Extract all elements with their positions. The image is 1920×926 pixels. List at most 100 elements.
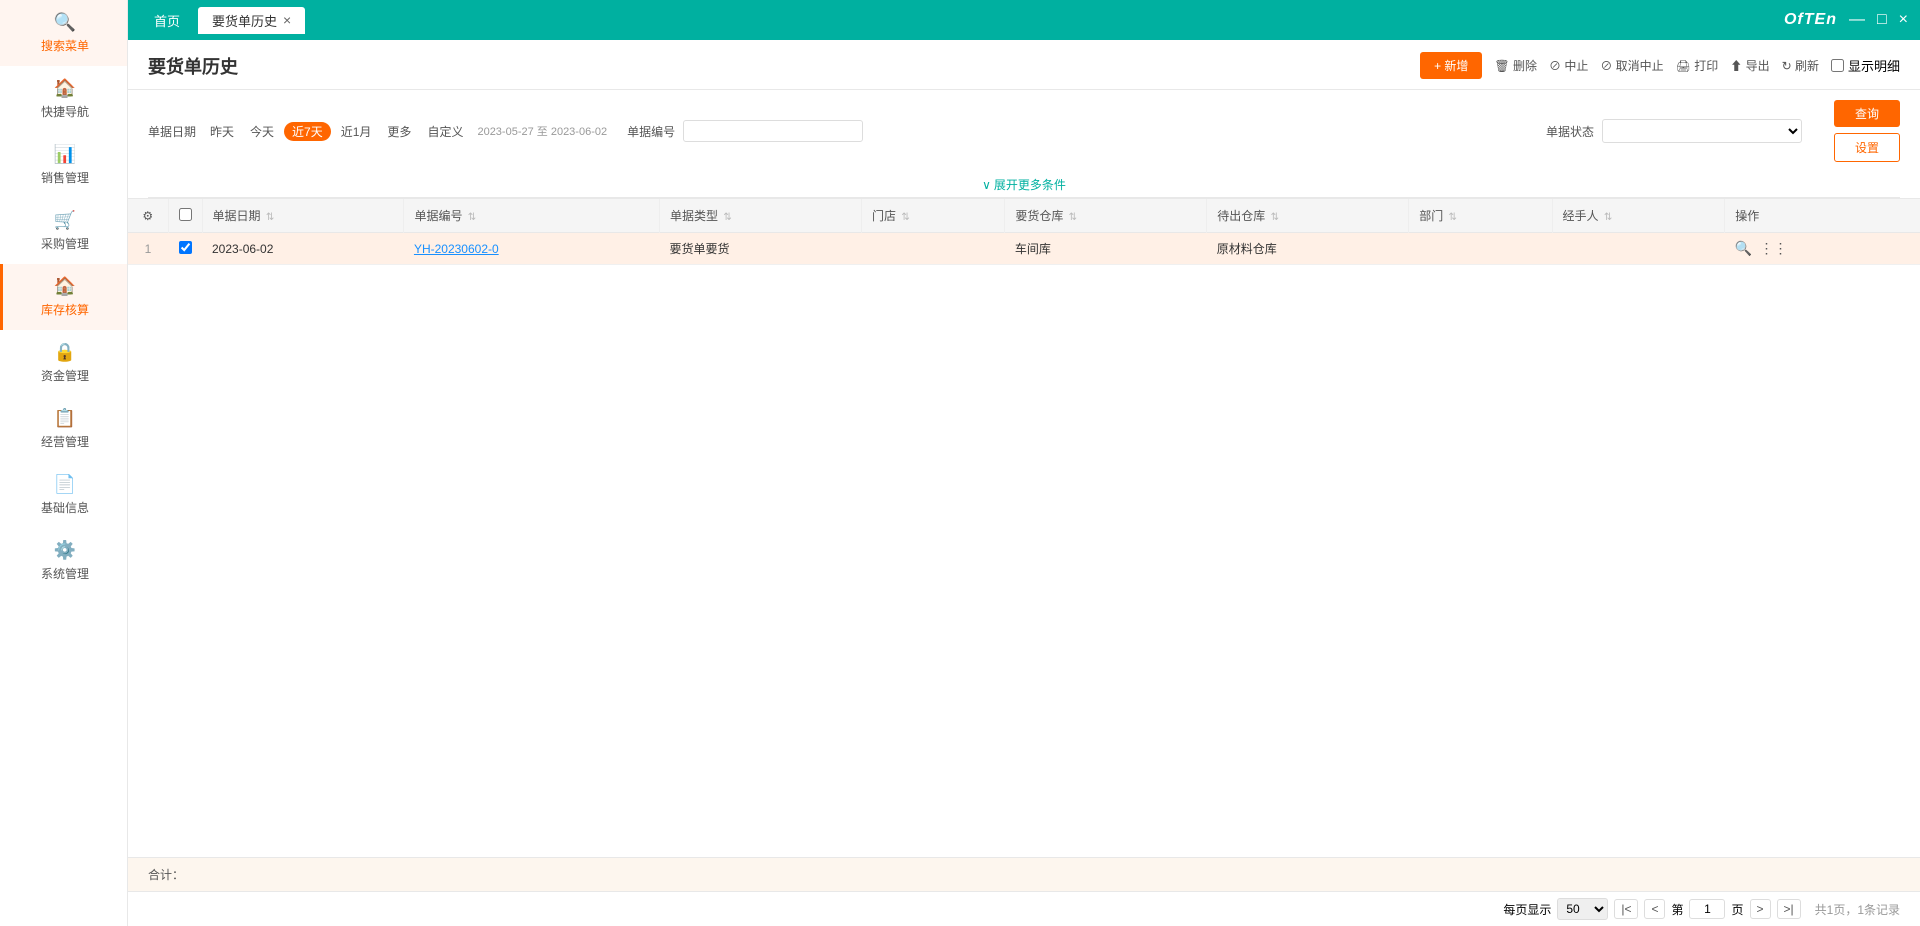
- th-bill-type[interactable]: 单据类型 ⇅: [660, 199, 862, 233]
- expand-row: ∨ 展开更多条件: [148, 172, 1900, 198]
- first-page-btn[interactable]: |<: [1614, 899, 1638, 919]
- bill-no-input[interactable]: [683, 120, 863, 142]
- sidebar: 🔍 搜索菜单 🏠 快捷导航 📊 销售管理 🛒 采购管理 🏠 库存核算 🔒 资金管…: [0, 0, 128, 926]
- prev-page-btn[interactable]: <: [1644, 899, 1665, 919]
- row-checkbox-cell[interactable]: [168, 233, 202, 265]
- sidebar-item-label: 资金管理: [41, 367, 89, 384]
- last-page-btn[interactable]: >|: [1777, 899, 1801, 919]
- row-department: [1409, 233, 1552, 265]
- status-filter-group: 单据状态: [1546, 119, 1802, 143]
- sidebar-item-label: 系统管理: [41, 565, 89, 582]
- sidebar-item-purchase[interactable]: 🛒 采购管理: [0, 198, 127, 264]
- row-bill-type: 要货单要货: [660, 233, 862, 265]
- main-area: 首页 要货单历史 × OfTEn — □ × 要货单历史 + 新增 🗑 删除 ⊘…: [128, 0, 1920, 926]
- system-icon: ⚙️: [54, 540, 76, 561]
- bill-no-label: 单据编号: [627, 123, 675, 140]
- row-bill-no[interactable]: YH-20230602-0: [404, 233, 660, 265]
- page-title-row: 要货单历史 + 新增 🗑 删除 ⊘ 中止 ⊘ 取消中止 🖨 打印 ⬆ 导出 ↻ …: [148, 52, 1900, 89]
- filter-area: 单据日期 昨天 今天 近7天 近1月 更多 自定义 2023-05-27 至 2…: [128, 90, 1920, 199]
- sort-reqwh-icon: ⇅: [1069, 212, 1077, 223]
- next-page-btn[interactable]: >: [1750, 899, 1771, 919]
- cancel-suspend-button[interactable]: ⊘ 取消中止: [1600, 57, 1663, 74]
- display-detail-toggle[interactable]: 显示明细: [1831, 56, 1900, 75]
- tab-close-icon[interactable]: ×: [283, 12, 291, 28]
- page-title: 要货单历史: [148, 53, 238, 79]
- row-num: 1: [128, 233, 168, 265]
- sales-icon: 📊: [54, 144, 76, 165]
- settings-button[interactable]: 设置: [1834, 133, 1900, 162]
- row-req-warehouse: 车间库: [1005, 233, 1207, 265]
- status-label: 单据状态: [1546, 123, 1594, 140]
- date-btn-more[interactable]: 更多: [381, 122, 417, 141]
- close-window-icon[interactable]: ×: [1899, 11, 1908, 29]
- th-checkbox[interactable]: [168, 199, 202, 233]
- per-page-select[interactable]: 50 100: [1557, 898, 1608, 920]
- delete-button[interactable]: 🗑 删除: [1494, 57, 1537, 74]
- date-btn-7days[interactable]: 近7天: [284, 122, 331, 141]
- date-range-display: 2023-05-27 至 2023-06-02: [477, 123, 607, 139]
- sidebar-item-inventory[interactable]: 🏠 库存核算: [0, 264, 127, 330]
- page-header: 要货单历史 + 新增 🗑 删除 ⊘ 中止 ⊘ 取消中止 🖨 打印 ⬆ 导出 ↻ …: [128, 40, 1920, 90]
- sort-billno-icon: ⇅: [468, 212, 476, 223]
- expand-button[interactable]: ∨ 展开更多条件: [982, 176, 1066, 193]
- tab-home[interactable]: 首页: [140, 7, 194, 34]
- per-page-label: 每页显示: [1503, 901, 1551, 918]
- th-handler[interactable]: 经手人 ⇅: [1552, 199, 1725, 233]
- sidebar-item-finance[interactable]: 🔒 资金管理: [0, 330, 127, 396]
- date-btn-custom[interactable]: 自定义: [421, 122, 469, 141]
- sidebar-item-search[interactable]: 🔍 搜索菜单: [0, 0, 127, 66]
- sidebar-item-system[interactable]: ⚙️ 系统管理: [0, 528, 127, 594]
- minimize-icon[interactable]: —: [1849, 11, 1865, 29]
- date-btn-today[interactable]: 今天: [244, 122, 280, 141]
- row-more-btn[interactable]: ⋮⋮: [1759, 240, 1787, 256]
- sidebar-item-operations[interactable]: 📋 经营管理: [0, 396, 127, 462]
- date-btn-yesterday[interactable]: 昨天: [204, 122, 240, 141]
- table-row[interactable]: 1 2023-06-02 YH-20230602-0 要货单要货 车间库 原材料…: [128, 233, 1920, 265]
- row-checkbox[interactable]: [179, 241, 192, 254]
- total-label: 合计：: [148, 866, 184, 883]
- th-bill-no[interactable]: 单据编号 ⇅: [404, 199, 660, 233]
- th-date[interactable]: 单据日期 ⇅: [202, 199, 404, 233]
- sidebar-item-label: 搜索菜单: [41, 37, 89, 54]
- sort-date-icon: ⇅: [266, 212, 274, 223]
- row-view-btn[interactable]: 🔍: [1735, 240, 1752, 256]
- th-settings[interactable]: ⚙: [128, 199, 168, 233]
- sidebar-item-label: 采购管理: [41, 235, 89, 252]
- print-button[interactable]: 🖨 打印: [1676, 57, 1719, 74]
- refresh-button[interactable]: ↻ 刷新: [1782, 57, 1819, 74]
- table-container: ⚙ 单据日期 ⇅ 单据编号 ⇅ 单据类型 ⇅: [128, 199, 1920, 857]
- new-button[interactable]: + 新增: [1420, 52, 1482, 79]
- row-action[interactable]: 🔍 ⋮⋮: [1725, 233, 1920, 265]
- sidebar-item-label: 经营管理: [41, 433, 89, 450]
- sidebar-item-label: 销售管理: [41, 169, 89, 186]
- date-btn-1month[interactable]: 近1月: [335, 122, 378, 141]
- action-buttons: 查询 设置: [1834, 100, 1900, 162]
- search-menu-icon: 🔍: [54, 12, 76, 33]
- display-detail-checkbox[interactable]: [1831, 59, 1844, 72]
- pagination: 每页显示 50 100 |< < 第 页 > >| 共1页，1条记录: [128, 891, 1920, 926]
- sort-handler-icon: ⇅: [1604, 212, 1612, 223]
- row-pending-warehouse: 原材料仓库: [1207, 233, 1409, 265]
- row-handler: [1552, 233, 1725, 265]
- sidebar-item-sales[interactable]: 📊 销售管理: [0, 132, 127, 198]
- maximize-icon[interactable]: □: [1877, 11, 1887, 29]
- th-store[interactable]: 门店 ⇅: [861, 199, 1004, 233]
- select-all-checkbox[interactable]: [179, 208, 192, 221]
- sidebar-item-label: 库存核算: [41, 301, 89, 318]
- sidebar-item-basic[interactable]: 📄 基础信息: [0, 462, 127, 528]
- tab-active[interactable]: 要货单历史 ×: [198, 7, 305, 34]
- suspend-button[interactable]: ⊘ 中止: [1549, 57, 1588, 74]
- th-req-warehouse[interactable]: 要货仓库 ⇅: [1005, 199, 1207, 233]
- current-page-input[interactable]: [1689, 899, 1725, 919]
- search-button[interactable]: 查询: [1834, 100, 1900, 127]
- export-button[interactable]: ⬆ 导出: [1730, 57, 1769, 74]
- brand-label: OfTEn: [1784, 11, 1837, 29]
- th-department[interactable]: 部门 ⇅: [1409, 199, 1552, 233]
- date-options: 昨天 今天 近7天 近1月 更多 自定义: [204, 122, 469, 141]
- toolbar: + 新增 🗑 删除 ⊘ 中止 ⊘ 取消中止 🖨 打印 ⬆ 导出 ↻ 刷新 显示明…: [1420, 52, 1900, 79]
- main-table: ⚙ 单据日期 ⇅ 单据编号 ⇅ 单据类型 ⇅: [128, 199, 1920, 265]
- th-pending-warehouse[interactable]: 待出仓库 ⇅: [1207, 199, 1409, 233]
- sidebar-item-quicknav[interactable]: 🏠 快捷导航: [0, 66, 127, 132]
- status-select[interactable]: [1602, 119, 1802, 143]
- basic-icon: 📄: [54, 474, 76, 495]
